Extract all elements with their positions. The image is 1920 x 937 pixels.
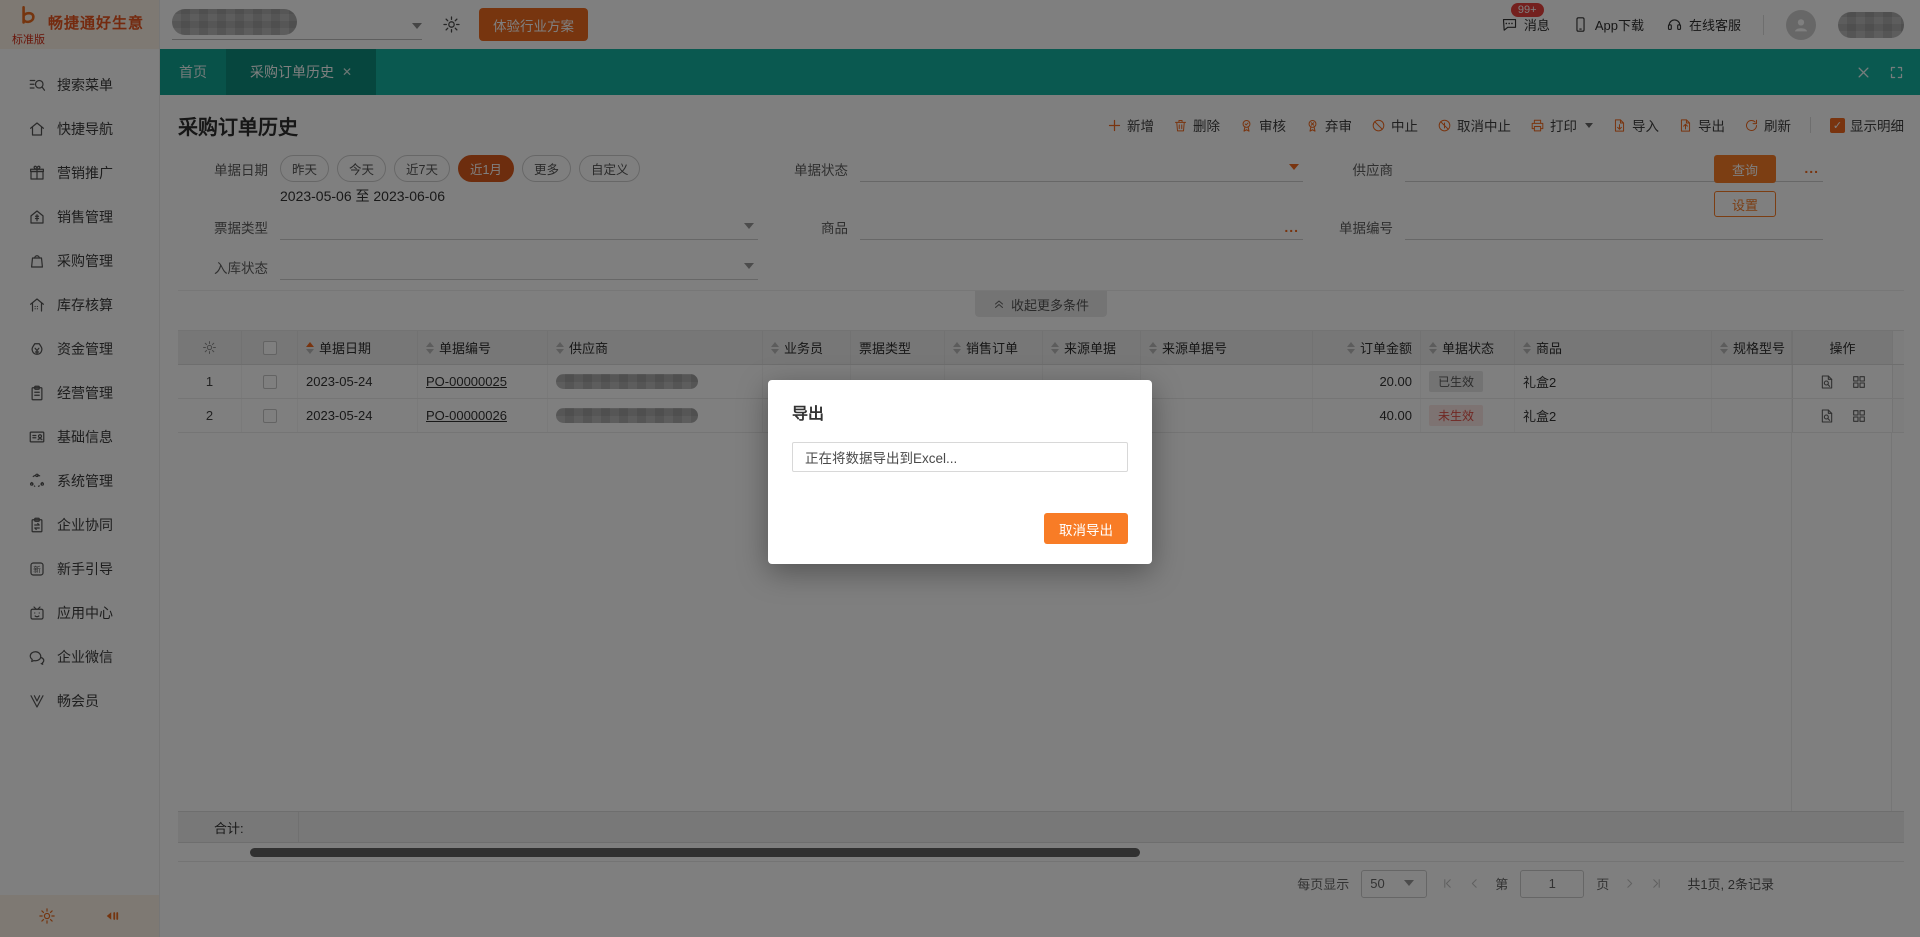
cancel-export-button[interactable]: 取消导出 xyxy=(1044,513,1128,544)
export-dialog: 导出 正在将数据导出到Excel... 取消导出 xyxy=(768,380,1152,564)
app-window: 畅捷通好生意 标准版 搜索菜单 快捷导航 营销推广 销售管理 采购管理 库存核算… xyxy=(0,0,1920,937)
export-progress-text: 正在将数据导出到Excel... xyxy=(805,451,958,466)
export-progress-box: 正在将数据导出到Excel... xyxy=(792,442,1128,472)
export-dialog-title: 导出 xyxy=(792,406,825,423)
